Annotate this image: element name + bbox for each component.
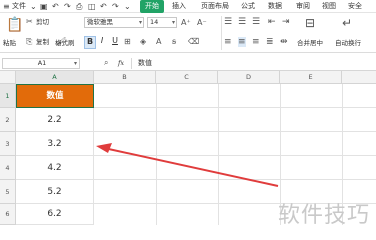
arrow-shaft xyxy=(103,147,279,187)
watermark: 软件技巧 xyxy=(277,203,370,228)
annotation-arrow xyxy=(96,143,279,187)
arrow-head xyxy=(96,143,112,153)
